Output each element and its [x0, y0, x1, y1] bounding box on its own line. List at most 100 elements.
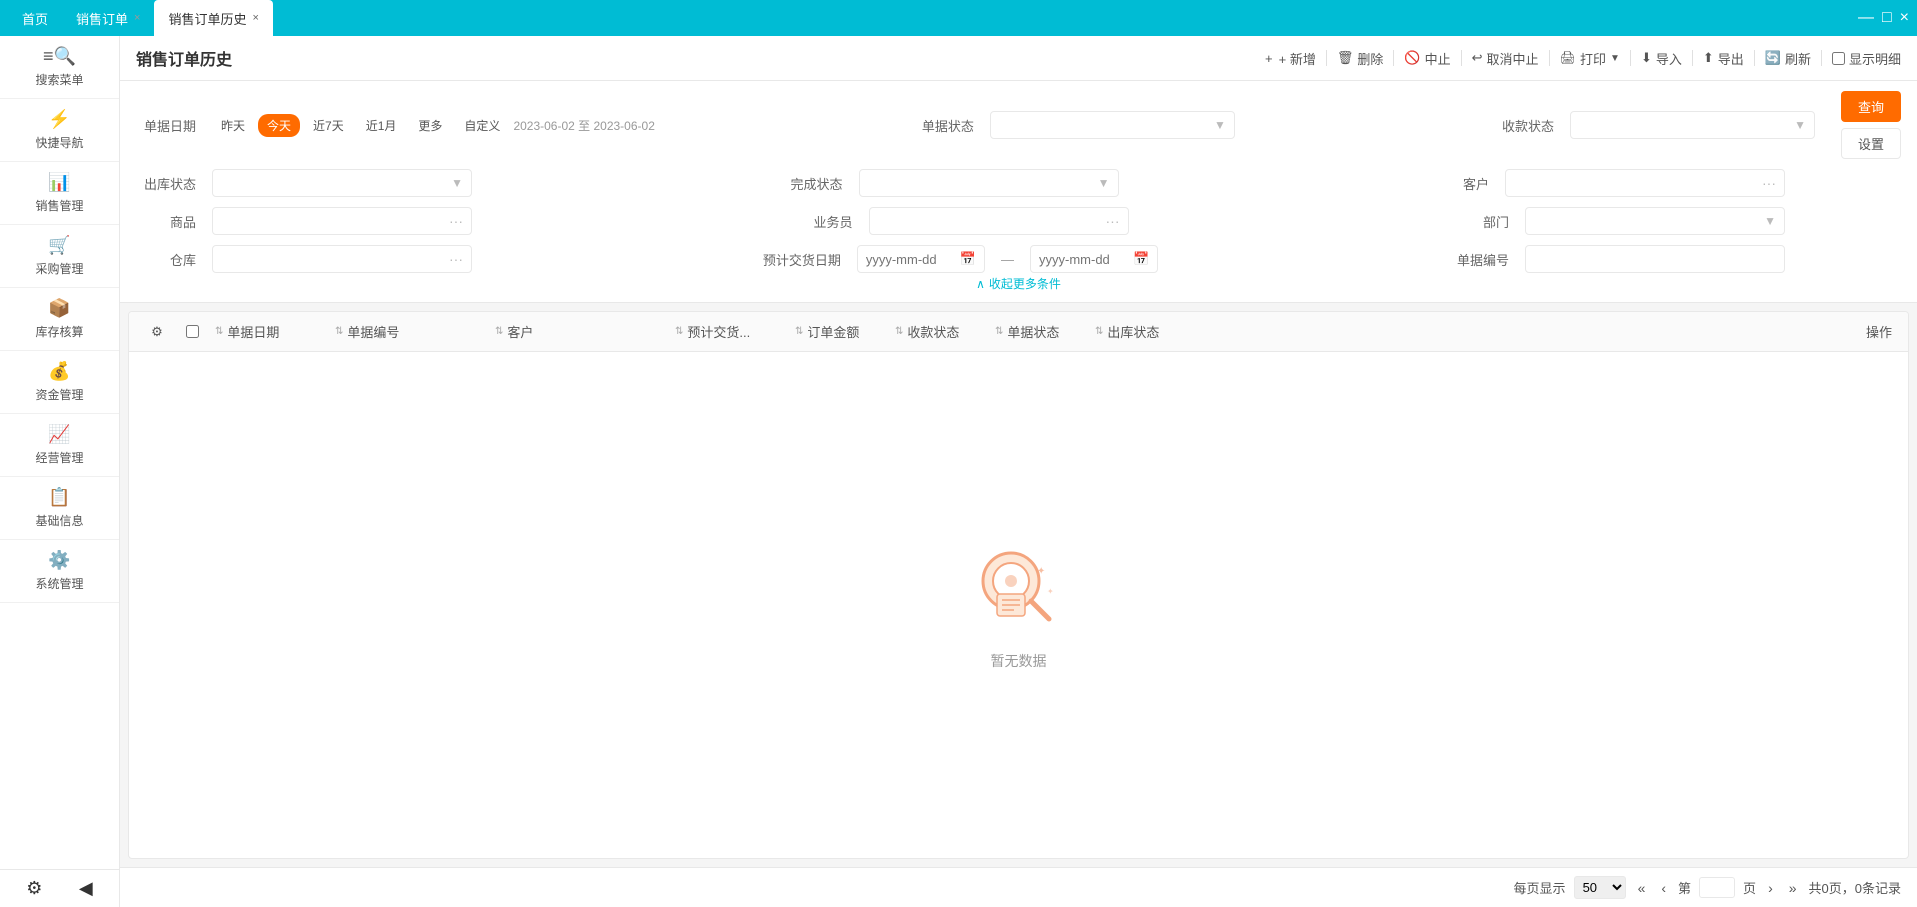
tab-sales-order-close[interactable]: ×	[134, 12, 140, 24]
out-status-select[interactable]: ▼	[212, 169, 472, 197]
toolbar-divider-2	[1393, 50, 1394, 66]
tab-sales-order-history-close[interactable]: ×	[252, 12, 258, 24]
calendar-to-icon: 📅	[1133, 251, 1149, 267]
maximize-btn[interactable]: □	[1882, 9, 1892, 27]
doc-status-select[interactable]: ▼	[990, 111, 1235, 139]
date-chip-custom[interactable]: 自定义	[455, 114, 509, 137]
print-dropdown-icon: ▼	[1610, 53, 1620, 64]
doc-no-input[interactable]	[1534, 252, 1776, 267]
warehouse-field[interactable]: ···	[212, 245, 472, 273]
complete-status-select[interactable]: ▼	[859, 169, 1119, 197]
doc-no-field[interactable]	[1525, 245, 1785, 273]
cancel-stop-button[interactable]: ↩ 取消中止	[1472, 49, 1539, 68]
date-chip-yesterday[interactable]: 昨天	[212, 114, 254, 137]
set-button[interactable]: 设置	[1841, 128, 1901, 159]
warehouse-input[interactable]	[221, 252, 449, 267]
minimize-btn[interactable]: —	[1858, 9, 1874, 27]
sidebar-item-system-label: 系统管理	[35, 575, 83, 592]
import-button[interactable]: ⬇ 导入	[1641, 49, 1682, 68]
settings-icon[interactable]: ⚙	[26, 878, 42, 899]
salesperson-field[interactable]: ···	[869, 207, 1129, 235]
product-field[interactable]: ···	[212, 207, 472, 235]
tab-sales-order-history[interactable]: 销售订单历史 ×	[154, 0, 272, 36]
delete-button[interactable]: 🗑 删除	[1337, 49, 1384, 68]
delivery-date-to-input[interactable]	[1039, 252, 1129, 267]
sales-icon: 📊	[48, 172, 70, 193]
delivery-date-to[interactable]: 📅	[1030, 245, 1158, 273]
toolbar-divider-6	[1692, 50, 1693, 66]
payment-status-select[interactable]: ▼	[1570, 111, 1815, 139]
refresh-button[interactable]: 🔄 刷新	[1765, 49, 1811, 68]
select-all-checkbox[interactable]	[186, 325, 199, 338]
toolbar: + + 新增 🗑 删除 🚫 中止 ↩ 取消中止	[1265, 49, 1901, 68]
tab-sales-order[interactable]: 销售订单 ×	[62, 0, 154, 36]
export-button[interactable]: ⬆ 导出	[1703, 49, 1744, 68]
date-chip-1month[interactable]: 近1月	[357, 114, 406, 137]
sort-amount-icon[interactable]: ⇅	[795, 326, 803, 337]
sort-delivery-icon[interactable]: ⇅	[675, 326, 683, 337]
tab-home[interactable]: 首页	[8, 0, 62, 36]
query-button[interactable]: 查询	[1841, 91, 1901, 122]
doc-status-chevron-icon: ▼	[1214, 118, 1226, 132]
page-size-select[interactable]: 50 10 20 100	[1574, 876, 1626, 899]
page-suffix-label: 页	[1743, 878, 1756, 897]
show-detail-checkbox-label[interactable]: 显示明细	[1832, 49, 1901, 68]
sidebar-item-operation[interactable]: 📈 经营管理	[0, 414, 119, 477]
cancel-stop-icon: ↩	[1472, 50, 1483, 66]
print-button[interactable]: 🖨 打印 ▼	[1560, 49, 1620, 68]
salesperson-dots-icon[interactable]: ···	[1106, 213, 1120, 229]
page-number-input[interactable]: 1	[1699, 877, 1735, 898]
stop-button[interactable]: 🚫 中止	[1404, 49, 1450, 68]
svg-text:✦: ✦	[1037, 566, 1045, 577]
page-jump-label: 第	[1678, 878, 1691, 897]
th-delivery: ⇅ 预计交货...	[667, 314, 787, 349]
delivery-date-from[interactable]: 📅	[857, 245, 985, 273]
last-page-btn[interactable]: »	[1785, 878, 1801, 898]
sidebar-item-system[interactable]: ⚙️ 系统管理	[0, 540, 119, 603]
toolbar-divider-4	[1549, 50, 1550, 66]
sidebar-item-finance[interactable]: 💰 资金管理	[0, 351, 119, 414]
sidebar-item-inventory[interactable]: 📦 库存核算	[0, 288, 119, 351]
filter-row-2: 出库状态 ▼ 完成状态 ▼ 客户 ···	[136, 169, 1901, 197]
sort-out-status-icon[interactable]: ⇅	[1095, 326, 1103, 337]
warehouse-dots-icon[interactable]: ···	[449, 251, 463, 267]
salesperson-input[interactable]	[878, 214, 1106, 229]
th-gear[interactable]: ⚙	[137, 316, 177, 348]
product-dots-icon[interactable]: ···	[449, 213, 463, 229]
collapse-icon[interactable]: ◀	[79, 878, 93, 899]
customer-field[interactable]: ···	[1505, 169, 1785, 197]
next-page-btn[interactable]: ›	[1764, 878, 1777, 898]
th-date: ⇅ 单据日期	[207, 314, 327, 349]
department-select[interactable]: ▼	[1525, 207, 1785, 235]
out-status-label: 出库状态	[136, 174, 196, 193]
sidebar-item-base[interactable]: 📋 基础信息	[0, 477, 119, 540]
customer-dots-icon[interactable]: ···	[1762, 175, 1776, 191]
prev-page-btn[interactable]: ‹	[1657, 878, 1670, 898]
new-button[interactable]: + + 新增	[1265, 49, 1316, 68]
date-chip-7days[interactable]: 近7天	[304, 114, 353, 137]
customer-input[interactable]	[1514, 176, 1762, 191]
filter-collapse-btn[interactable]: ∧ 收起更多条件	[136, 275, 1901, 292]
window-close-btn[interactable]: ×	[1900, 9, 1909, 27]
date-chip-more[interactable]: 更多	[409, 114, 451, 137]
sort-customer-icon[interactable]: ⇅	[495, 326, 503, 337]
sort-payment-icon[interactable]: ⇅	[895, 326, 903, 337]
sidebar-item-sales[interactable]: 📊 销售管理	[0, 162, 119, 225]
sort-date-icon[interactable]: ⇅	[215, 326, 223, 337]
th-check[interactable]	[177, 317, 207, 346]
show-detail-checkbox[interactable]	[1832, 52, 1845, 65]
delete-icon: 🗑	[1337, 50, 1354, 66]
sidebar-item-operation-label: 经营管理	[35, 449, 83, 466]
sidebar-item-purchase[interactable]: 🛒 采购管理	[0, 225, 119, 288]
sidebar-item-search-menu[interactable]: ≡🔍 搜索菜单	[0, 36, 119, 99]
sort-doc-status-icon[interactable]: ⇅	[995, 326, 1003, 337]
toolbar-divider-5	[1630, 50, 1631, 66]
sort-no-icon[interactable]: ⇅	[335, 326, 343, 337]
product-input[interactable]	[221, 214, 449, 229]
sidebar-item-sales-label: 销售管理	[35, 197, 83, 214]
first-page-btn[interactable]: «	[1634, 878, 1650, 898]
sidebar-item-quick-nav[interactable]: ⚡ 快捷导航	[0, 99, 119, 162]
empty-illustration: ✦ ✦	[969, 539, 1069, 639]
date-chip-today[interactable]: 今天	[258, 114, 300, 137]
delivery-date-from-input[interactable]	[866, 252, 956, 267]
